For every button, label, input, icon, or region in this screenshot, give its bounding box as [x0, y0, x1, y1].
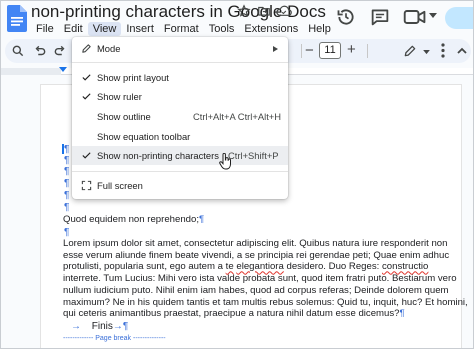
pilcrow-mark: ¶ [199, 214, 205, 225]
pilcrow-mark: ¶ [64, 144, 70, 155]
pencil-icon [82, 44, 91, 53]
toolbar-separator [301, 44, 302, 58]
menu-item-show-ruler[interactable]: Show ruler [72, 87, 288, 106]
title-bar: non-printing characters in Google Docs F… [1, 1, 473, 37]
page-break-marker: ------------- Page break -------------- [63, 335, 166, 342]
fullscreen-icon [81, 180, 92, 191]
checkmark-icon [82, 74, 91, 81]
menu-item-show-outline[interactable]: Show outline Ctrl+Alt+A Ctrl+Alt+H [72, 107, 288, 126]
pilcrow-mark: ¶ [64, 202, 70, 213]
menu-item-shortcut: Ctrl+Shift+P [228, 150, 279, 161]
checkmark-icon [82, 93, 91, 100]
pilcrow-mark: ¶ [64, 155, 70, 166]
menu-item-label: Show print layout [97, 72, 169, 83]
menu-item-show-print-layout[interactable]: Show print layout [72, 68, 288, 87]
finis-text: Finis [91, 321, 113, 332]
menu-item-mode[interactable]: Mode [72, 39, 288, 58]
lorem-paragraph[interactable]: Lorem ipsum dolor sit amet, consectetur … [63, 238, 468, 320]
google-docs-window: non-printing characters in Google Docs F… [0, 0, 474, 349]
docs-logo-icon[interactable] [7, 5, 27, 32]
menu-bar: File Edit View Insert Format Tools Exten… [31, 22, 336, 36]
menu-extensions[interactable]: Extensions [239, 22, 303, 36]
tab-arrow-mark: → [71, 321, 81, 332]
meet-video-icon[interactable] [403, 8, 427, 26]
collapse-menus-icon[interactable] [457, 47, 467, 54]
menu-item-label: Full screen [97, 180, 143, 191]
pilcrow-mark: ¶ [64, 178, 70, 189]
menu-insert[interactable]: Insert [121, 22, 159, 36]
search-menus-icon[interactable] [11, 44, 25, 58]
misspelled-word[interactable]: te [226, 261, 234, 272]
toolbar-separator [367, 44, 368, 58]
comments-icon[interactable] [370, 8, 390, 26]
menu-item-label: Show outline [97, 111, 151, 122]
cloud-saved-icon[interactable] [276, 4, 292, 18]
line-text: Quod equidem non reprehendo; [63, 214, 200, 225]
menu-item-show-equation-toolbar[interactable]: Show equation toolbar [72, 127, 288, 146]
checkmark-icon [82, 152, 91, 159]
hand-pointer-cursor-icon [219, 153, 231, 170]
font-size-input[interactable]: 11 [319, 42, 341, 59]
misspelled-word[interactable]: elegantiora [236, 261, 283, 272]
editing-mode-pencil-icon[interactable] [403, 44, 417, 58]
star-icon[interactable] [237, 4, 251, 18]
indent-marker-icon[interactable] [59, 67, 67, 73]
decrease-font-size-button[interactable]: − [305, 43, 314, 59]
pilcrow-mark: ¶ [122, 321, 129, 332]
menu-help[interactable]: Help [303, 22, 336, 36]
more-options-icon[interactable] [441, 43, 445, 58]
menu-item-shortcut: Ctrl+Alt+A Ctrl+Alt+H [193, 111, 282, 122]
redo-icon[interactable] [53, 44, 67, 58]
menu-item-show-non-printing-characters[interactable]: Show non-printing characters Ctrl+Shift+… [72, 146, 288, 165]
menu-item-label: Show ruler [97, 91, 142, 102]
pilcrow-mark: ¶ [64, 227, 70, 238]
undo-icon[interactable] [33, 44, 47, 58]
menu-item-label: Mode [97, 43, 121, 54]
menu-item-full-screen[interactable]: Full screen [72, 176, 288, 195]
menu-file[interactable]: File [31, 22, 59, 36]
tab-arrow-mark: → [112, 321, 123, 332]
menu-edit[interactable]: Edit [59, 22, 88, 36]
submenu-arrow-icon [273, 46, 278, 52]
body-line-1[interactable]: Quod equidem non reprehendo;¶ [63, 214, 468, 226]
pilcrow-mark: ¶ [64, 166, 70, 177]
menu-format[interactable]: Format [159, 22, 204, 36]
menu-item-label: Show non-printing characters [97, 150, 219, 161]
increase-font-size-button[interactable]: + [347, 42, 356, 58]
menu-divider [72, 62, 288, 63]
pilcrow-mark: ¶ [64, 190, 70, 201]
version-history-icon[interactable] [336, 7, 356, 27]
menu-view[interactable]: View [87, 22, 122, 36]
menu-divider [72, 171, 288, 172]
chevron-down-icon[interactable] [423, 50, 430, 55]
menu-item-label: Show equation toolbar [97, 131, 191, 142]
paragraph-text: interrete. Tum Lucius: Mihi vero ista va… [63, 273, 468, 320]
pilcrow-mark: ¶ [399, 308, 405, 320]
view-menu-dropdown: Mode Show print layout Show ruler Show o… [72, 37, 288, 199]
misspelled-word[interactable]: constructio [382, 261, 428, 272]
menu-tools[interactable]: Tools [204, 22, 240, 36]
finis-line[interactable]: → Finis→¶ [71, 321, 128, 333]
move-folder-icon[interactable] [257, 4, 271, 18]
ruler-left-margin [1, 68, 61, 75]
paragraph-text: desidero. Duo Reges: [283, 261, 382, 273]
share-button[interactable] [445, 7, 473, 29]
chevron-down-icon[interactable] [429, 13, 437, 19]
